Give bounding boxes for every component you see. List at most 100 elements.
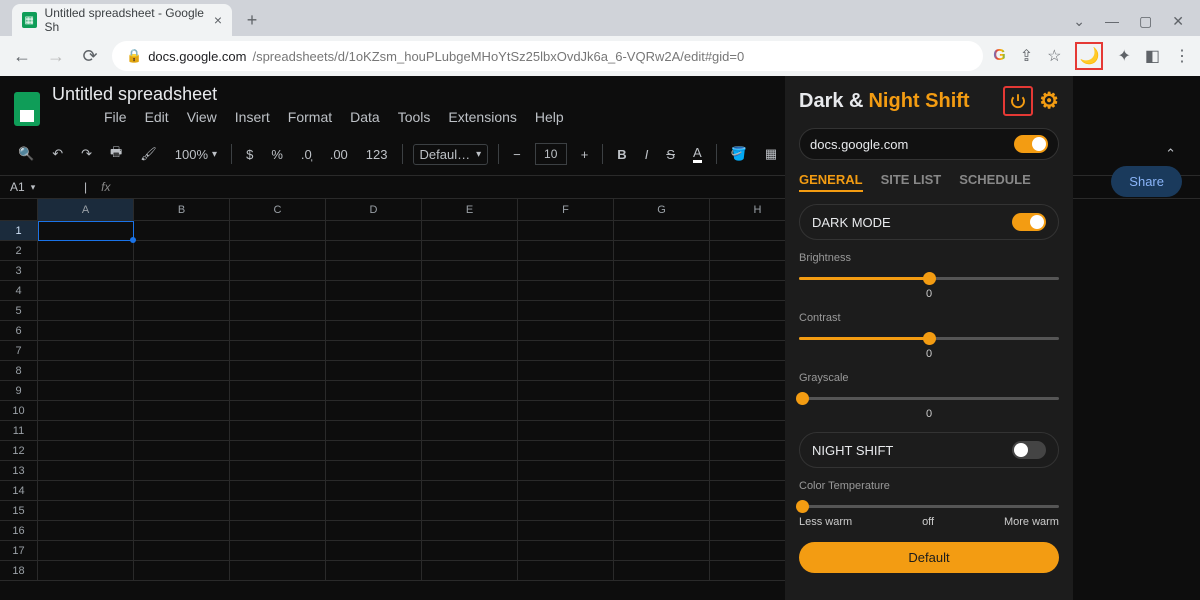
cell[interactable]: [518, 221, 614, 241]
cell[interactable]: [326, 341, 422, 361]
cell[interactable]: [326, 401, 422, 421]
cell[interactable]: [326, 281, 422, 301]
row-header[interactable]: 5: [0, 301, 38, 321]
cell[interactable]: [134, 361, 230, 381]
cell[interactable]: [326, 441, 422, 461]
cell[interactable]: [230, 241, 326, 261]
toolbar-expand-icon[interactable]: ⌃: [1165, 146, 1186, 162]
cell[interactable]: [422, 281, 518, 301]
cell[interactable]: [422, 501, 518, 521]
share-button[interactable]: Share: [1111, 166, 1182, 197]
borders-icon[interactable]: ▦: [761, 142, 781, 166]
cell[interactable]: [422, 521, 518, 541]
cell[interactable]: [422, 341, 518, 361]
cell[interactable]: [518, 441, 614, 461]
cell[interactable]: [614, 261, 710, 281]
cell[interactable]: [422, 421, 518, 441]
cell[interactable]: [134, 541, 230, 561]
maximize-icon[interactable]: ▢: [1139, 13, 1152, 30]
row-header[interactable]: 11: [0, 421, 38, 441]
cell[interactable]: [38, 221, 134, 241]
menu-help[interactable]: Help: [535, 109, 564, 125]
cell[interactable]: [518, 321, 614, 341]
cell[interactable]: [518, 261, 614, 281]
brightness-slider[interactable]: [799, 270, 1059, 286]
zoom-select[interactable]: 100% ▾: [171, 143, 221, 166]
menu-format[interactable]: Format: [288, 109, 332, 125]
cell[interactable]: [134, 421, 230, 441]
cell[interactable]: [518, 361, 614, 381]
currency-icon[interactable]: $: [242, 143, 257, 166]
cell[interactable]: [38, 301, 134, 321]
cell[interactable]: [38, 501, 134, 521]
cell[interactable]: [230, 261, 326, 281]
cell[interactable]: [38, 321, 134, 341]
column-header[interactable]: A: [38, 199, 134, 221]
text-color-icon[interactable]: A: [689, 141, 706, 167]
cell[interactable]: [134, 501, 230, 521]
redo-icon[interactable]: ↷: [77, 142, 96, 166]
cell[interactable]: [614, 441, 710, 461]
cell[interactable]: [326, 421, 422, 441]
default-button[interactable]: Default: [799, 542, 1059, 573]
search-icon[interactable]: 🔍: [14, 142, 38, 166]
share-url-icon[interactable]: ⇪: [1020, 46, 1033, 66]
minimize-icon[interactable]: —: [1105, 13, 1119, 30]
panel-tab-general[interactable]: GENERAL: [799, 172, 863, 192]
cell[interactable]: [422, 221, 518, 241]
cell[interactable]: [326, 321, 422, 341]
cell[interactable]: [230, 481, 326, 501]
cell[interactable]: [326, 461, 422, 481]
row-header[interactable]: 14: [0, 481, 38, 501]
menu-tools[interactable]: Tools: [398, 109, 431, 125]
paint-format-icon[interactable]: 🖌: [136, 142, 161, 166]
cell[interactable]: [518, 401, 614, 421]
cell[interactable]: [38, 401, 134, 421]
night-shift-toggle[interactable]: [1012, 441, 1046, 459]
cell[interactable]: [134, 301, 230, 321]
row-header[interactable]: 12: [0, 441, 38, 461]
cell[interactable]: [134, 221, 230, 241]
cell[interactable]: [134, 521, 230, 541]
cell[interactable]: [134, 401, 230, 421]
cell[interactable]: [230, 421, 326, 441]
row-header[interactable]: 8: [0, 361, 38, 381]
cell[interactable]: [134, 481, 230, 501]
cell[interactable]: [518, 281, 614, 301]
browser-tab[interactable]: ▦ Untitled spreadsheet - Google Sh ×: [12, 4, 232, 36]
cell[interactable]: [614, 361, 710, 381]
cell[interactable]: [230, 301, 326, 321]
menu-edit[interactable]: Edit: [145, 109, 169, 125]
cell[interactable]: [422, 441, 518, 461]
decrease-font-icon[interactable]: −: [509, 143, 525, 166]
cell[interactable]: [326, 381, 422, 401]
google-icon[interactable]: G: [993, 47, 1005, 65]
cell[interactable]: [230, 561, 326, 581]
panel-tab-site-list[interactable]: SITE LIST: [881, 172, 942, 192]
cell[interactable]: [614, 481, 710, 501]
reload-button[interactable]: ⟳: [78, 44, 102, 68]
cell[interactable]: [422, 541, 518, 561]
power-button[interactable]: [1003, 86, 1033, 116]
row-header[interactable]: 6: [0, 321, 38, 341]
cell[interactable]: [38, 381, 134, 401]
cell[interactable]: [518, 421, 614, 441]
cell[interactable]: [230, 501, 326, 521]
row-header[interactable]: 18: [0, 561, 38, 581]
cell[interactable]: [326, 241, 422, 261]
undo-icon[interactable]: ↶: [48, 142, 67, 166]
cell[interactable]: [38, 341, 134, 361]
cell[interactable]: [614, 301, 710, 321]
row-header[interactable]: 7: [0, 341, 38, 361]
cell[interactable]: [38, 541, 134, 561]
cell[interactable]: [518, 541, 614, 561]
forward-button[interactable]: →: [44, 44, 68, 68]
cell[interactable]: [326, 561, 422, 581]
cell[interactable]: [230, 281, 326, 301]
cell[interactable]: [230, 461, 326, 481]
column-header[interactable]: E: [422, 199, 518, 221]
cell[interactable]: [326, 501, 422, 521]
cell[interactable]: [422, 301, 518, 321]
row-header[interactable]: 15: [0, 501, 38, 521]
cell[interactable]: [38, 361, 134, 381]
